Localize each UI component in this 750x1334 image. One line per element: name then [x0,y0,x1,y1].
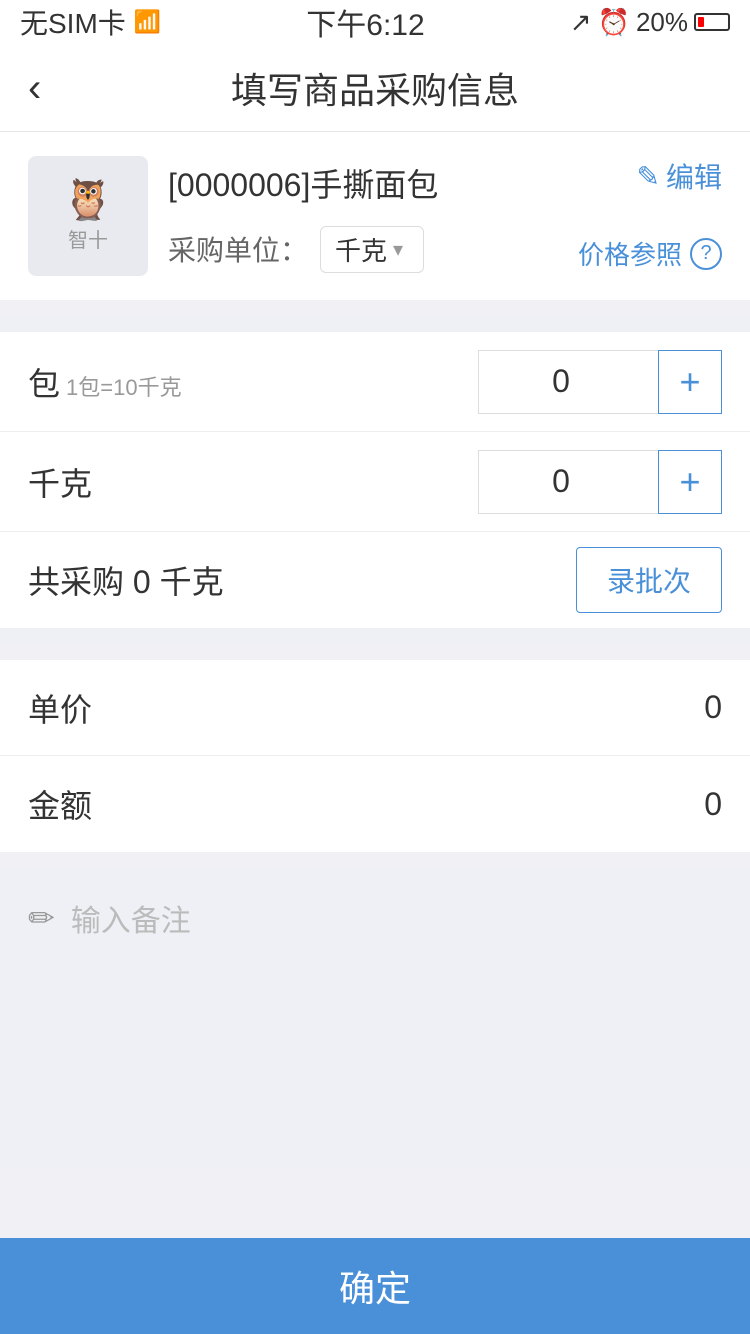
brand-label: 智十 [68,224,108,253]
battery-icon [694,13,730,31]
bao-input-wrapper: + [478,350,722,414]
bao-plus-button[interactable]: + [658,350,722,414]
kg-plus-button[interactable]: + [658,450,722,514]
bao-sublabel: 1包=10千克 [66,375,182,400]
confirm-button[interactable]: 确定 [0,1238,750,1334]
nav-bar: ‹ 填写商品采购信息 [0,44,750,132]
status-bar: 无SIM卡 📶 下午6:12 ↗ ⏰ 20% [0,0,750,44]
edit-icon: ✎ [637,160,660,193]
bao-label: 包1包=10千克 [28,359,188,405]
price-ref-button[interactable]: 价格参照 ? [578,235,722,272]
plus-icon: + [679,361,700,403]
unit-select[interactable]: 千克 [320,226,424,273]
summary-row: 共采购 0 千克 录批次 [0,532,750,628]
section-divider-2 [0,628,750,644]
unit-price-row: 单价 0 [0,660,750,756]
unit-price-label: 单价 [28,685,704,731]
remark-placeholder: 输入备注 [71,896,191,940]
bao-input-row: 包1包=10千克 + [0,332,750,432]
section-divider-1 [0,316,750,332]
unit-value: 千克 [335,231,387,268]
alarm-icon: ⏰ [598,7,630,38]
pencil-icon: ✏ [28,899,55,937]
location-icon: ↗ [570,7,592,38]
product-image: 🦉 智十 [28,156,148,276]
amount-value: 0 [704,786,722,823]
remark-section[interactable]: ✏ 输入备注 [0,868,750,968]
unit-price-value: 0 [704,689,722,726]
page-title: 填写商品采购信息 [231,62,519,114]
edit-button[interactable]: ✎ 编辑 [637,156,722,196]
product-card: 🦉 智十 [0000006]手撕面包 采购单位： 千克 ✎ 编辑 价格参照 ? [0,132,750,300]
unit-label: 采购单位： [168,229,308,269]
amount-row: 金额 0 [0,756,750,852]
plus-icon-2: + [679,461,700,503]
kg-label: 千克 [28,459,188,505]
kg-input-wrapper: + [478,450,722,514]
help-icon: ? [690,238,722,270]
status-left: 无SIM卡 📶 [20,2,161,42]
sim-text: 无SIM卡 [20,2,126,42]
wifi-icon: 📶 [134,9,161,35]
kg-input-row: 千克 + [0,432,750,532]
brand-logo-icon: 🦉 [63,180,113,220]
price-ref-label: 价格参照 [578,235,682,272]
edit-label: 编辑 [666,156,722,196]
back-button[interactable]: ‹ [28,68,41,108]
summary-text: 共采购 0 千克 [28,557,576,603]
bottom-space [0,968,750,1168]
status-time: 下午6:12 [306,0,424,44]
price-section: 单价 0 金额 0 [0,660,750,852]
amount-label: 金额 [28,781,704,827]
status-right: ↗ ⏰ 20% [570,7,730,38]
battery-percent: 20% [636,7,688,38]
bao-input[interactable] [478,350,658,414]
kg-input[interactable] [478,450,658,514]
batch-button[interactable]: 录批次 [576,547,722,613]
input-section: 包1包=10千克 + 千克 + [0,332,750,532]
